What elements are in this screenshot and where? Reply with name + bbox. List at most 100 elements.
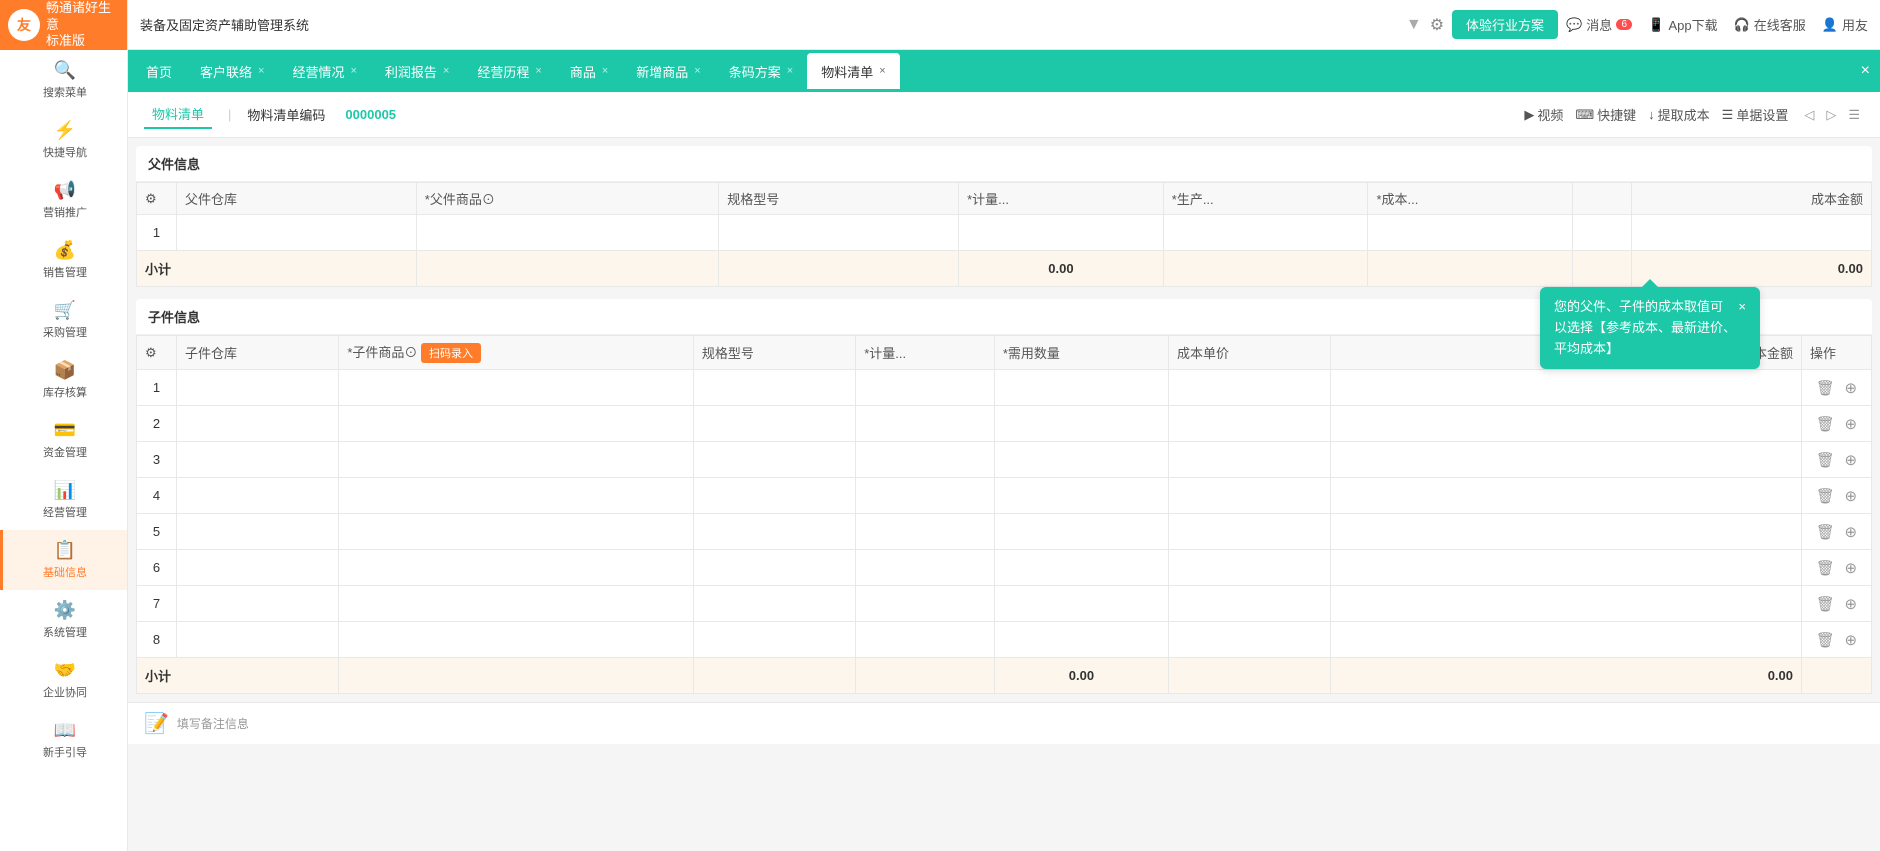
child-spec-6[interactable] (693, 550, 855, 586)
app-download-button[interactable]: 📱 App下载 (1648, 15, 1717, 34)
copy-btn-7[interactable]: ⊕ (1842, 595, 1861, 613)
child-th-settings[interactable]: ⚙ (137, 336, 177, 370)
sidebar-item-basic-info[interactable]: 📋 基础信息 (0, 530, 127, 590)
messages-button[interactable]: 💬 消息 6 (1566, 15, 1632, 34)
tab-customer-close[interactable]: × (258, 65, 264, 77)
child-spec-3[interactable] (693, 442, 855, 478)
child-product-4[interactable] (339, 478, 694, 514)
child-spec-8[interactable] (693, 622, 855, 658)
tab-new-product[interactable]: 新增商品 × (622, 53, 714, 89)
child-qty-6[interactable] (994, 550, 1168, 586)
child-unit-cost-1[interactable] (1169, 370, 1331, 406)
tab-profit-report[interactable]: 利润报告 × (371, 53, 463, 89)
child-qty-2[interactable] (994, 406, 1168, 442)
copy-btn-3[interactable]: ⊕ (1842, 451, 1861, 469)
child-unit-8[interactable] (856, 622, 995, 658)
child-warehouse-8[interactable] (177, 622, 339, 658)
parent-warehouse-cell[interactable] (177, 215, 417, 251)
delete-btn-6[interactable]: 🗑 (1813, 559, 1838, 577)
delete-btn-8[interactable]: 🗑 (1813, 631, 1838, 649)
tab-profit-report-close[interactable]: × (443, 65, 449, 77)
tab-history-close[interactable]: × (535, 65, 541, 77)
sidebar-item-system[interactable]: ⚙️ 系统管理 (0, 590, 127, 650)
child-spec-4[interactable] (693, 478, 855, 514)
tab-operations-status-close[interactable]: × (350, 65, 356, 77)
trial-button[interactable]: 体验行业方案 (1452, 10, 1558, 39)
single-settings-button[interactable]: ☰ 单据设置 (1722, 105, 1789, 124)
next-page-btn[interactable]: ▷ (1822, 105, 1840, 125)
child-warehouse-7[interactable] (177, 586, 339, 622)
page-tab-bom[interactable]: 物料清单 (144, 100, 212, 129)
child-warehouse-5[interactable] (177, 514, 339, 550)
sidebar-item-operations[interactable]: 📊 经营管理 (0, 470, 127, 530)
child-product-3[interactable] (339, 442, 694, 478)
tab-new-product-close[interactable]: × (694, 65, 700, 77)
online-service-button[interactable]: 🎧 在线客服 (1734, 15, 1806, 34)
copy-btn-8[interactable]: ⊕ (1842, 631, 1861, 649)
child-spec-1[interactable] (693, 370, 855, 406)
sidebar-item-quicknav[interactable]: ⚡ 快捷导航 (0, 110, 127, 170)
parent-cost-cell[interactable] (1368, 215, 1573, 251)
child-product-8[interactable] (339, 622, 694, 658)
child-spec-5[interactable] (693, 514, 855, 550)
note-placeholder[interactable]: 填写备注信息 (177, 715, 249, 732)
parent-unit-cell[interactable] (959, 215, 1164, 251)
child-product-6[interactable] (339, 550, 694, 586)
child-product-2[interactable] (339, 406, 694, 442)
sidebar-item-guide[interactable]: 📖 新手引导 (0, 710, 127, 770)
copy-btn-4[interactable]: ⊕ (1842, 487, 1861, 505)
delete-btn-2[interactable]: 🗑 (1813, 415, 1838, 433)
tab-products-close[interactable]: × (602, 65, 608, 77)
tab-history[interactable]: 经营历程 × (463, 53, 555, 89)
child-unit-cost-3[interactable] (1169, 442, 1331, 478)
delete-btn-7[interactable]: 🗑 (1813, 595, 1838, 613)
child-qty-8[interactable] (994, 622, 1168, 658)
tooltip-close-btn[interactable]: × (1738, 297, 1746, 318)
child-unit-cost-2[interactable] (1169, 406, 1331, 442)
delete-btn-1[interactable]: 🗑 (1813, 379, 1838, 397)
video-button[interactable]: ▶ 视频 (1524, 105, 1563, 124)
parent-spec-cell[interactable] (719, 215, 959, 251)
th-settings[interactable]: ⚙ (137, 183, 177, 215)
child-warehouse-4[interactable] (177, 478, 339, 514)
child-unit-5[interactable] (856, 514, 995, 550)
user-menu[interactable]: 👤 用友 (1822, 15, 1868, 34)
delete-btn-4[interactable]: 🗑 (1813, 487, 1838, 505)
copy-btn-1[interactable]: ⊕ (1842, 379, 1861, 397)
tab-bom[interactable]: 物料清单 × (807, 53, 899, 89)
child-unit-6[interactable] (856, 550, 995, 586)
child-qty-7[interactable] (994, 586, 1168, 622)
tab-bom-close[interactable]: × (879, 65, 885, 77)
prev-page-btn[interactable]: ◁ (1800, 105, 1818, 125)
child-warehouse-6[interactable] (177, 550, 339, 586)
tab-barcode-close[interactable]: × (787, 65, 793, 77)
child-product-1[interactable] (339, 370, 694, 406)
child-unit-7[interactable] (856, 586, 995, 622)
child-qty-1[interactable] (994, 370, 1168, 406)
child-unit-cost-5[interactable] (1169, 514, 1331, 550)
copy-btn-5[interactable]: ⊕ (1842, 523, 1861, 541)
sidebar-item-finance[interactable]: 💳 资金管理 (0, 410, 127, 470)
tab-barcode[interactable]: 条码方案 × (715, 53, 807, 89)
child-unit-4[interactable] (856, 478, 995, 514)
child-qty-3[interactable] (994, 442, 1168, 478)
child-product-5[interactable] (339, 514, 694, 550)
delete-btn-5[interactable]: 🗑 (1813, 523, 1838, 541)
sidebar-item-collaboration[interactable]: 🤝 企业协同 (0, 650, 127, 710)
menu-btn[interactable]: ☰ (1844, 105, 1864, 125)
parent-product-cell[interactable] (416, 215, 719, 251)
child-spec-2[interactable] (693, 406, 855, 442)
child-unit-3[interactable] (856, 442, 995, 478)
sidebar-item-search[interactable]: 🔍 搜索菜单 (0, 50, 127, 110)
child-unit-1[interactable] (856, 370, 995, 406)
child-qty-5[interactable] (994, 514, 1168, 550)
gear-icon[interactable]: ⚙ (1430, 15, 1444, 35)
child-unit-2[interactable] (856, 406, 995, 442)
sidebar-item-marketing[interactable]: 📢 营销推广 (0, 170, 127, 230)
child-spec-7[interactable] (693, 586, 855, 622)
tab-close-all[interactable]: × (1855, 62, 1876, 80)
child-unit-cost-6[interactable] (1169, 550, 1331, 586)
extract-cost-button[interactable]: ↓ 提取成本 (1648, 105, 1710, 124)
shortcut-button[interactable]: ⌨ 快捷键 (1575, 105, 1636, 124)
child-warehouse-1[interactable] (177, 370, 339, 406)
